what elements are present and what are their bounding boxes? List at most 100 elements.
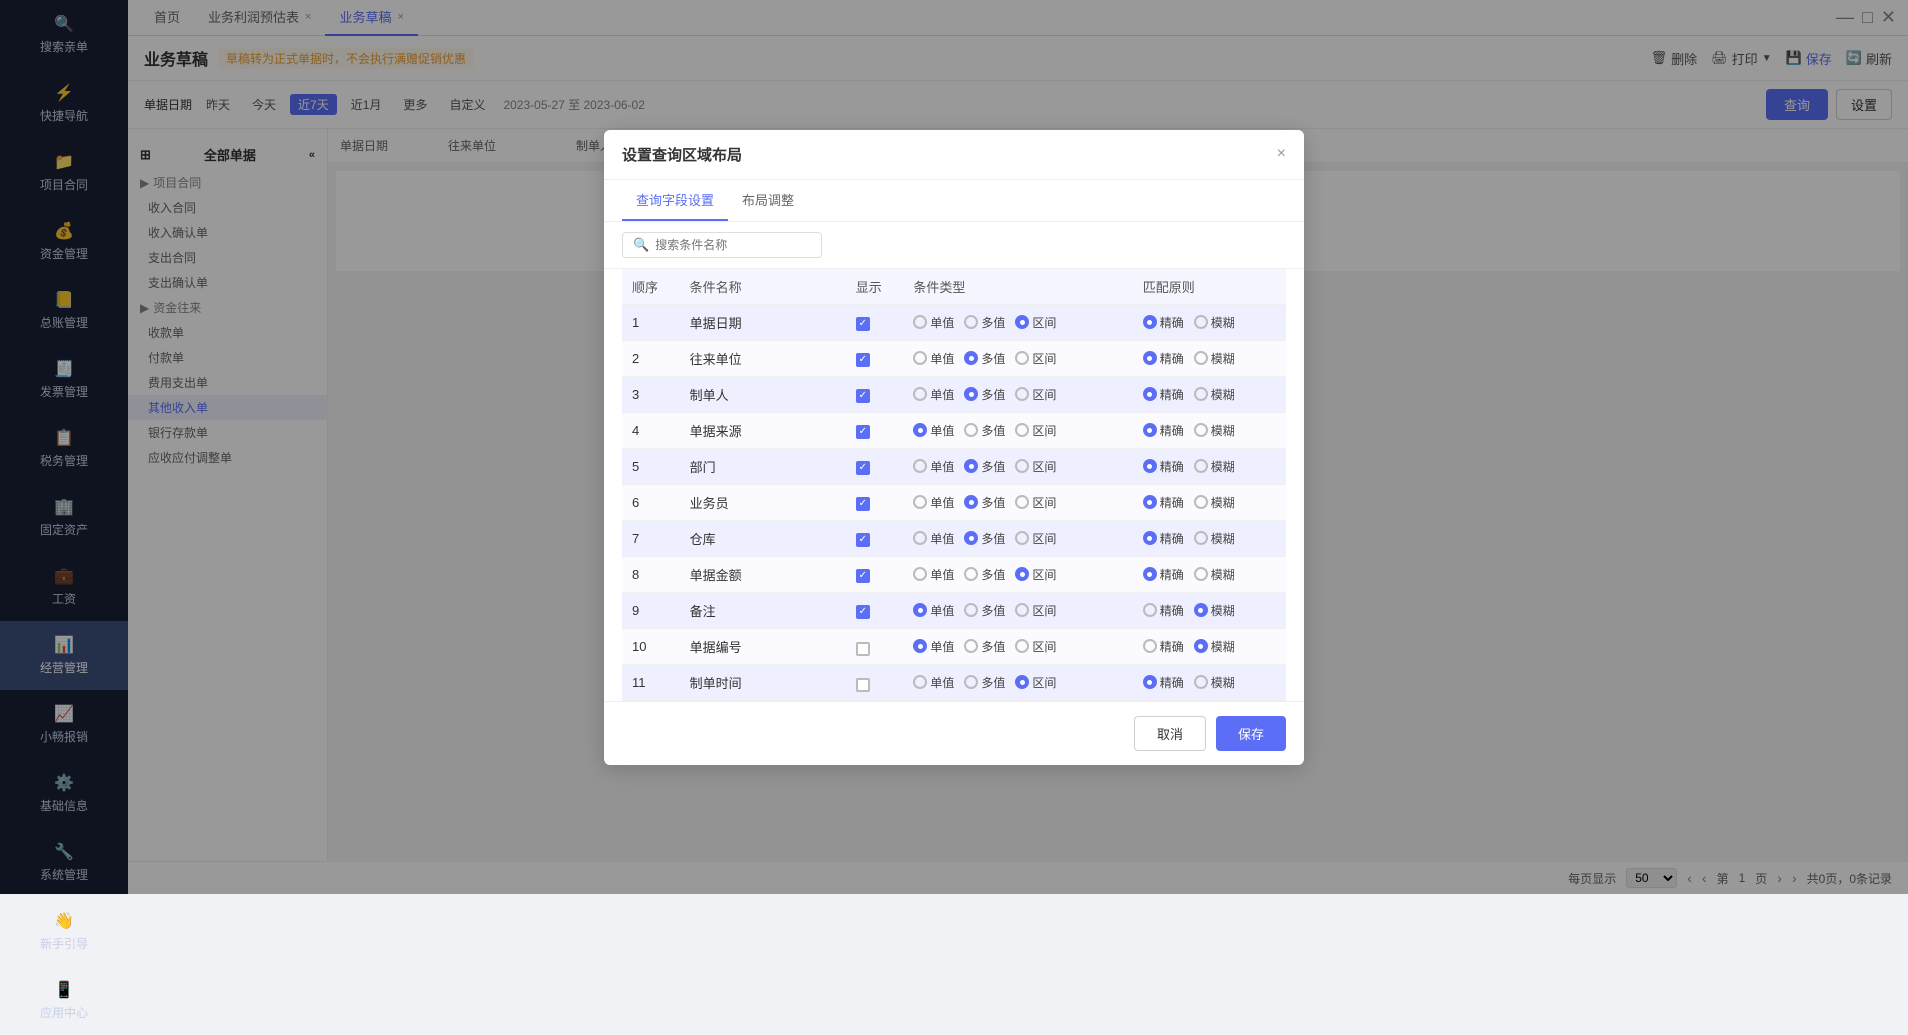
sidebar-item-appcenter[interactable]: 📱 应用中心 xyxy=(0,966,128,1035)
radio-fuzzy[interactable]: 模糊 xyxy=(1194,458,1235,475)
radio-multi[interactable]: 多值 xyxy=(964,350,1005,367)
cell-match-rule: 精确模糊 xyxy=(1133,448,1286,484)
sidebar-item-label: 新手引导 xyxy=(40,935,88,952)
radio-single[interactable]: 单值 xyxy=(913,386,954,403)
radio-single[interactable]: 单值 xyxy=(913,674,954,691)
radio-single[interactable]: 单值 xyxy=(913,458,954,475)
cell-display[interactable] xyxy=(846,592,904,628)
radio-multi[interactable]: 多值 xyxy=(964,566,1005,583)
cell-order: 10 xyxy=(622,628,680,664)
radio-range[interactable]: 区间 xyxy=(1015,458,1056,475)
display-checkbox[interactable] xyxy=(856,425,870,439)
radio-exact[interactable]: 精确 xyxy=(1143,314,1184,331)
display-checkbox[interactable] xyxy=(856,605,870,619)
radio-multi[interactable]: 多值 xyxy=(964,494,1005,511)
cell-name: 部门 xyxy=(680,448,846,484)
dialog-tab-fields[interactable]: 查询字段设置 xyxy=(622,180,728,221)
table-header-row: 顺序 条件名称 显示 条件类型 匹配原则 xyxy=(622,269,1286,305)
search-icon: 🔍 xyxy=(633,237,649,253)
display-checkbox[interactable] xyxy=(856,642,870,656)
radio-fuzzy[interactable]: 模糊 xyxy=(1194,674,1235,691)
cell-display[interactable] xyxy=(846,664,904,700)
phone-icon: 📱 xyxy=(54,980,74,1000)
radio-single[interactable]: 单值 xyxy=(913,314,954,331)
radio-circle-single xyxy=(913,423,927,437)
radio-exact[interactable]: 精确 xyxy=(1143,350,1184,367)
radio-multi[interactable]: 多值 xyxy=(964,530,1005,547)
radio-range[interactable]: 区间 xyxy=(1015,350,1056,367)
radio-fuzzy[interactable]: 模糊 xyxy=(1194,602,1235,619)
radio-range[interactable]: 区间 xyxy=(1015,566,1056,583)
radio-exact[interactable]: 精确 xyxy=(1143,530,1184,547)
radio-multi[interactable]: 多值 xyxy=(964,674,1005,691)
radio-circle-exact xyxy=(1143,531,1157,545)
radio-single[interactable]: 单值 xyxy=(913,638,954,655)
radio-exact[interactable]: 精确 xyxy=(1143,638,1184,655)
radio-range[interactable]: 区间 xyxy=(1015,602,1056,619)
radio-range[interactable]: 区间 xyxy=(1015,530,1056,547)
cell-display[interactable] xyxy=(846,340,904,376)
cancel-button[interactable]: 取消 xyxy=(1134,716,1206,751)
radio-fuzzy[interactable]: 模糊 xyxy=(1194,638,1235,655)
radio-range[interactable]: 区间 xyxy=(1015,422,1056,439)
cell-order: 5 xyxy=(622,448,680,484)
cell-display[interactable] xyxy=(846,448,904,484)
radio-multi[interactable]: 多值 xyxy=(964,638,1005,655)
radio-single[interactable]: 单值 xyxy=(913,494,954,511)
display-checkbox[interactable] xyxy=(856,461,870,475)
radio-multi[interactable]: 多值 xyxy=(964,602,1005,619)
radio-circle-multi xyxy=(964,351,978,365)
radio-multi[interactable]: 多值 xyxy=(964,386,1005,403)
radio-fuzzy[interactable]: 模糊 xyxy=(1194,386,1235,403)
display-checkbox[interactable] xyxy=(856,317,870,331)
radio-single[interactable]: 单值 xyxy=(913,530,954,547)
radio-single[interactable]: 单值 xyxy=(913,422,954,439)
radio-circle-multi xyxy=(964,603,978,617)
cell-display[interactable] xyxy=(846,628,904,664)
radio-circle-multi xyxy=(964,495,978,509)
display-checkbox[interactable] xyxy=(856,678,870,692)
radio-fuzzy[interactable]: 模糊 xyxy=(1194,530,1235,547)
radio-exact[interactable]: 精确 xyxy=(1143,602,1184,619)
cell-display[interactable] xyxy=(846,484,904,520)
radio-multi[interactable]: 多值 xyxy=(964,422,1005,439)
radio-fuzzy[interactable]: 模糊 xyxy=(1194,566,1235,583)
radio-multi[interactable]: 多值 xyxy=(964,314,1005,331)
radio-exact[interactable]: 精确 xyxy=(1143,386,1184,403)
cell-display[interactable] xyxy=(846,556,904,592)
radio-circle-single xyxy=(913,315,927,329)
display-checkbox[interactable] xyxy=(856,389,870,403)
display-checkbox[interactable] xyxy=(856,533,870,547)
cell-display[interactable] xyxy=(846,376,904,412)
display-checkbox[interactable] xyxy=(856,353,870,367)
col-order: 顺序 xyxy=(622,269,680,305)
cell-display[interactable] xyxy=(846,520,904,556)
save-button[interactable]: 保存 xyxy=(1216,716,1286,751)
radio-range[interactable]: 区间 xyxy=(1015,638,1056,655)
radio-exact[interactable]: 精确 xyxy=(1143,674,1184,691)
radio-fuzzy[interactable]: 模糊 xyxy=(1194,350,1235,367)
radio-fuzzy[interactable]: 模糊 xyxy=(1194,314,1235,331)
dialog-close-button[interactable]: × xyxy=(1277,145,1286,163)
radio-fuzzy[interactable]: 模糊 xyxy=(1194,422,1235,439)
radio-range[interactable]: 区间 xyxy=(1015,386,1056,403)
radio-single[interactable]: 单值 xyxy=(913,566,954,583)
radio-exact[interactable]: 精确 xyxy=(1143,422,1184,439)
cell-display[interactable] xyxy=(846,304,904,340)
radio-exact[interactable]: 精确 xyxy=(1143,494,1184,511)
radio-multi[interactable]: 多值 xyxy=(964,458,1005,475)
radio-exact[interactable]: 精确 xyxy=(1143,566,1184,583)
cell-display[interactable] xyxy=(846,412,904,448)
radio-fuzzy[interactable]: 模糊 xyxy=(1194,494,1235,511)
sidebar-item-newuser[interactable]: 👋 新手引导 xyxy=(0,897,128,966)
search-input[interactable] xyxy=(655,238,811,252)
radio-single[interactable]: 单值 xyxy=(913,350,954,367)
radio-range[interactable]: 区间 xyxy=(1015,674,1056,691)
display-checkbox[interactable] xyxy=(856,569,870,583)
radio-exact[interactable]: 精确 xyxy=(1143,458,1184,475)
radio-range[interactable]: 区间 xyxy=(1015,314,1056,331)
radio-range[interactable]: 区间 xyxy=(1015,494,1056,511)
radio-single[interactable]: 单值 xyxy=(913,602,954,619)
dialog-tab-layout[interactable]: 布局调整 xyxy=(728,180,808,221)
display-checkbox[interactable] xyxy=(856,497,870,511)
